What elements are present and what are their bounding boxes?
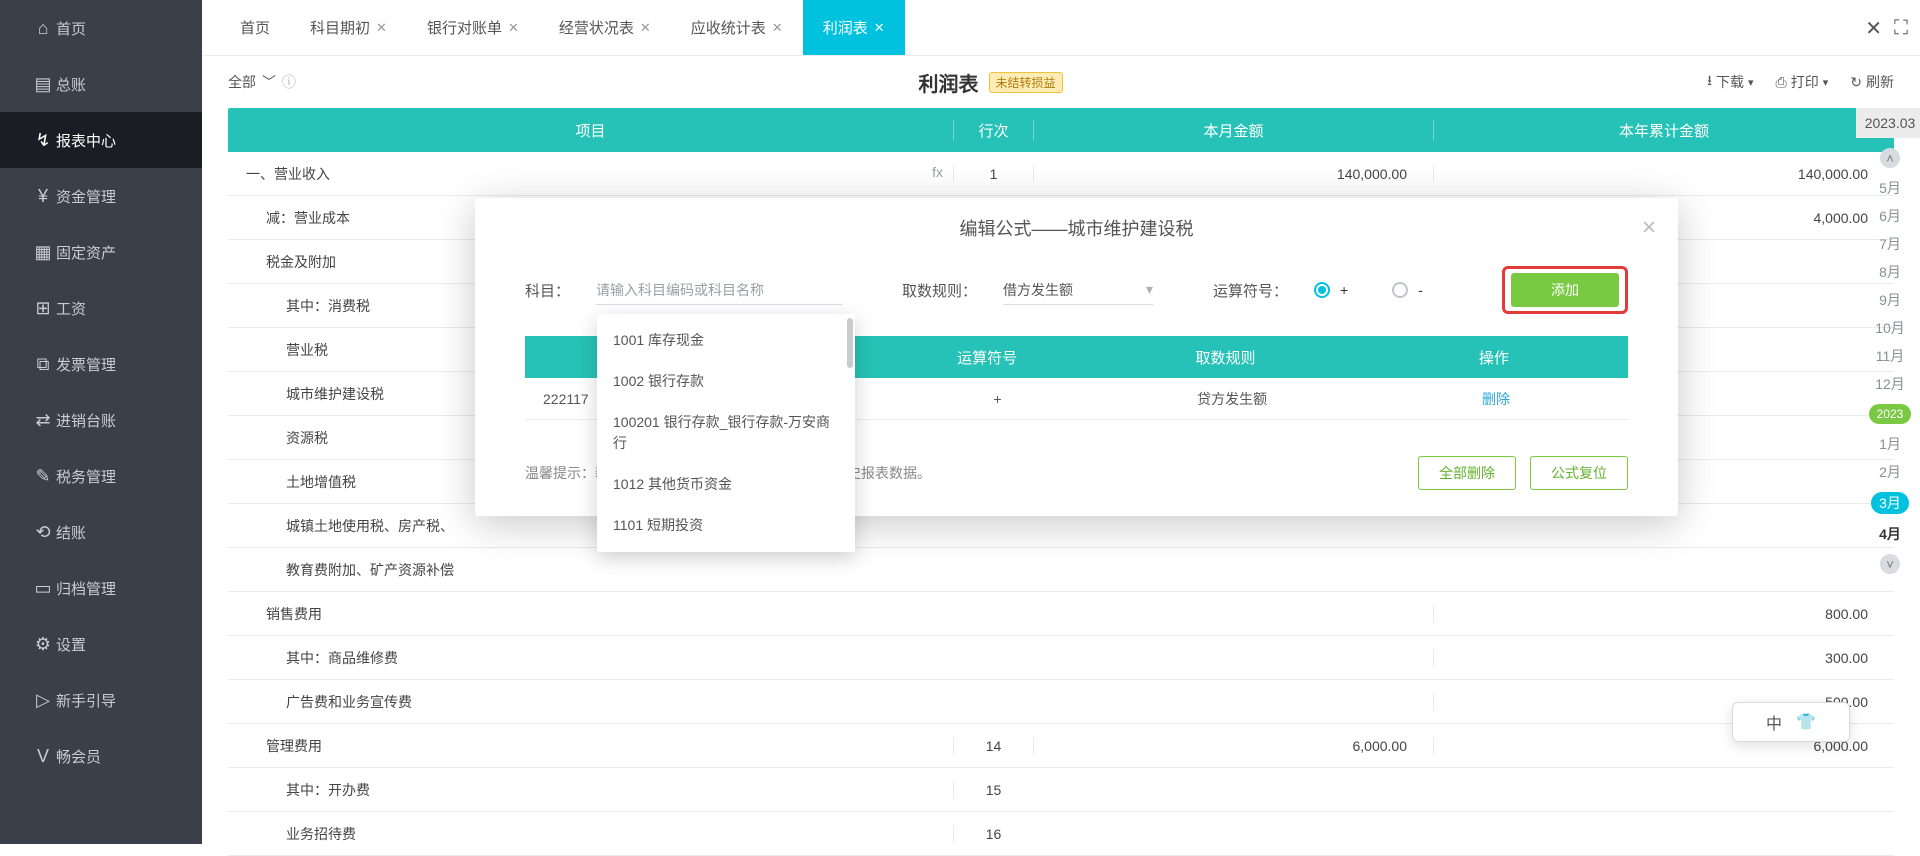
row-operator: + xyxy=(895,391,1100,407)
modal-title: 编辑公式——城市维护建设税 xyxy=(960,215,1194,241)
suggest-option[interactable]: 100201 银行存款_银行存款-万安商行 xyxy=(597,402,855,464)
chevron-down-icon: ▾ xyxy=(1146,281,1153,298)
suggest-option[interactable]: 1002 银行存款 xyxy=(597,361,855,402)
subject-input[interactable] xyxy=(596,275,842,305)
ime-lang: 中 xyxy=(1766,710,1782,734)
delete-all-button[interactable]: 全部删除 xyxy=(1418,456,1516,490)
ime-icon: 👕 xyxy=(1796,712,1816,732)
minus-label: - xyxy=(1418,282,1423,298)
subject-suggest: 1001 库存现金1002 银行存款100201 银行存款_银行存款-万安商行1… xyxy=(597,314,855,552)
rule-label: 取数规则： xyxy=(902,280,977,301)
suggest-option[interactable]: 1001 库存现金 xyxy=(597,320,855,361)
ime-bar[interactable]: 中 👕 xyxy=(1732,702,1850,742)
suggest-option[interactable]: 1012 其他货币资金 xyxy=(597,464,855,505)
mcol-action: 操作 xyxy=(1360,347,1628,368)
operator-label: 运算符号： xyxy=(1213,280,1288,301)
plus-label: + xyxy=(1340,282,1348,298)
subject-label: 科目： xyxy=(525,280,570,301)
row-delete[interactable]: 删除 xyxy=(1364,389,1628,409)
mcol-rule: 取数规则 xyxy=(1091,347,1359,368)
radio-minus[interactable] xyxy=(1392,282,1408,298)
reset-button[interactable]: 公式复位 xyxy=(1530,456,1628,490)
modal-header: 编辑公式——城市维护建设税 × xyxy=(475,198,1678,258)
add-button[interactable]: 添加 xyxy=(1511,273,1619,307)
suggest-option[interactable]: 1101 短期投资 xyxy=(597,505,855,546)
mcol-operator: 运算符号 xyxy=(883,347,1092,368)
rule-select[interactable]: 借方发生额 ▾ xyxy=(1003,275,1153,305)
scrollbar[interactable] xyxy=(847,318,853,368)
radio-plus[interactable] xyxy=(1314,282,1330,298)
close-icon[interactable]: × xyxy=(1642,214,1656,242)
add-button-highlight: 添加 xyxy=(1502,266,1628,314)
row-rule: 贷方发生额 xyxy=(1100,389,1364,409)
rule-value: 借方发生额 xyxy=(1003,280,1073,300)
